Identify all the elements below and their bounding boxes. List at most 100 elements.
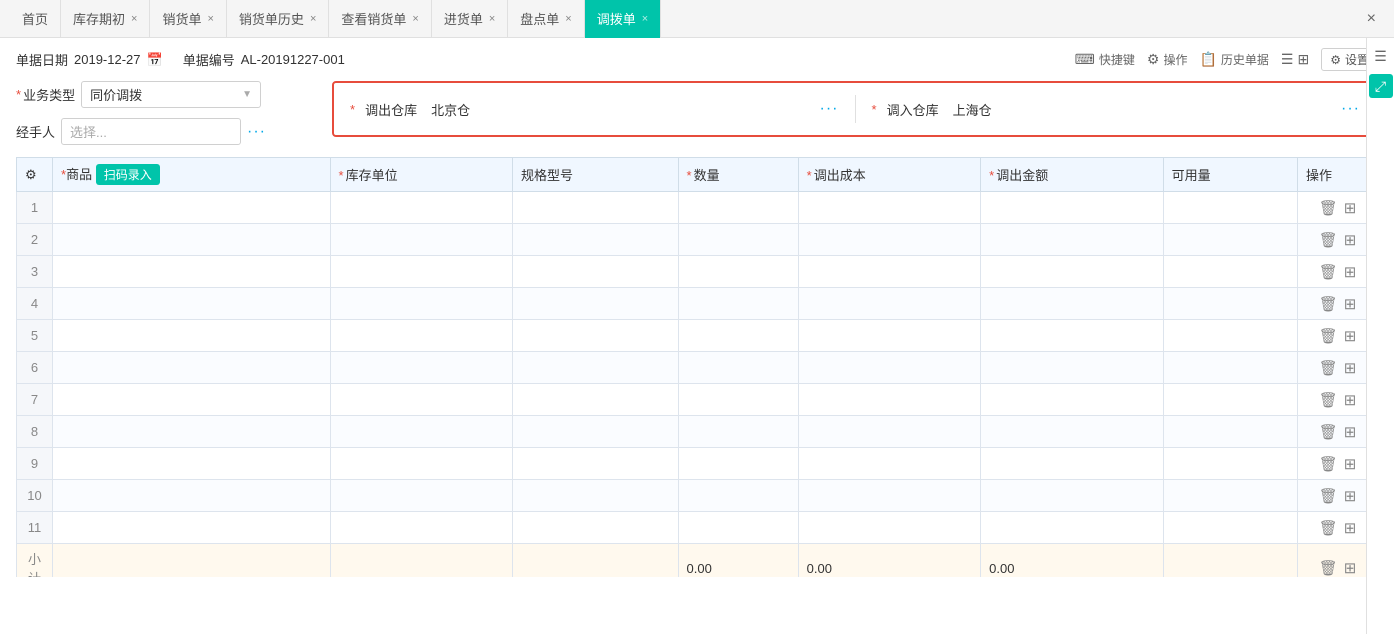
cell-unit[interactable] <box>330 320 512 352</box>
delete-icon[interactable]: 🗑 <box>1319 199 1338 217</box>
cell-qty[interactable] <box>678 384 798 416</box>
copy-icon[interactable]: ⊞ <box>1344 391 1357 409</box>
cell-cost[interactable] <box>798 288 980 320</box>
cell-product[interactable] <box>53 256 331 288</box>
cell-amount[interactable] <box>981 192 1163 224</box>
cell-available[interactable] <box>1163 192 1297 224</box>
cell-qty[interactable] <box>678 512 798 544</box>
cell-qty[interactable] <box>678 416 798 448</box>
delete-icon[interactable]: 🗑 <box>1319 359 1338 377</box>
copy-icon[interactable]: ⊞ <box>1344 487 1357 505</box>
cell-available[interactable] <box>1163 288 1297 320</box>
business-type-dropdown[interactable]: 同价调拨 ▼ <box>81 81 261 108</box>
scan-btn[interactable]: 扫码录入 <box>96 164 160 185</box>
cell-spec[interactable] <box>513 192 679 224</box>
cell-available[interactable] <box>1163 224 1297 256</box>
sidebar-doc-list-icon[interactable]: ☰ <box>1369 44 1393 68</box>
tab-view-sales[interactable]: 查看销货单 × <box>329 0 431 38</box>
shortcut-tool[interactable]: ⌨ 快捷键 <box>1075 51 1135 68</box>
cell-amount[interactable] <box>981 448 1163 480</box>
handler-more-button[interactable]: ··· <box>247 123 266 141</box>
history-doc-tool[interactable]: 📋 历史单据 <box>1199 51 1268 68</box>
global-close-button[interactable]: × <box>1359 10 1384 28</box>
cell-unit[interactable] <box>330 480 512 512</box>
cell-product[interactable] <box>53 384 331 416</box>
handler-dropdown[interactable]: 选择... <box>61 118 241 145</box>
cell-amount[interactable] <box>981 224 1163 256</box>
cell-unit[interactable] <box>330 416 512 448</box>
cell-cost[interactable] <box>798 480 980 512</box>
delete-icon[interactable]: 🗑 <box>1319 263 1338 281</box>
cell-available[interactable] <box>1163 480 1297 512</box>
cell-cost[interactable] <box>798 224 980 256</box>
cell-unit[interactable] <box>330 192 512 224</box>
delete-icon[interactable]: 🗑 <box>1319 231 1338 249</box>
tab-transfer-close[interactable]: × <box>642 13 648 25</box>
cell-unit[interactable] <box>330 448 512 480</box>
copy-icon[interactable]: ⊞ <box>1344 359 1357 377</box>
subtotal-delete-icon[interactable]: 🗑 <box>1319 559 1338 577</box>
delete-icon[interactable]: 🗑 <box>1319 391 1338 409</box>
sidebar-expand-icon[interactable]: ⤢ <box>1369 74 1393 98</box>
cell-spec[interactable] <box>513 480 679 512</box>
layout-list-icon[interactable]: ☰ <box>1281 51 1294 68</box>
cell-spec[interactable] <box>513 416 679 448</box>
cell-product[interactable] <box>53 448 331 480</box>
cell-unit[interactable] <box>330 256 512 288</box>
cell-unit[interactable] <box>330 384 512 416</box>
cell-spec[interactable] <box>513 384 679 416</box>
subtotal-copy-icon[interactable]: ⊞ <box>1344 559 1357 577</box>
tab-inventory-init[interactable]: 库存期初 × <box>61 0 150 38</box>
th-settings[interactable]: ⚙ <box>17 158 53 192</box>
cell-available[interactable] <box>1163 448 1297 480</box>
tab-sales-history[interactable]: 销货单历史 × <box>227 0 329 38</box>
cell-product[interactable] <box>53 352 331 384</box>
delete-icon[interactable]: 🗑 <box>1319 327 1338 345</box>
cell-cost[interactable] <box>798 192 980 224</box>
cell-product[interactable] <box>53 480 331 512</box>
cell-cost[interactable] <box>798 416 980 448</box>
cell-amount[interactable] <box>981 320 1163 352</box>
delete-icon[interactable]: 🗑 <box>1319 519 1338 537</box>
cell-qty[interactable] <box>678 288 798 320</box>
cell-spec[interactable] <box>513 320 679 352</box>
cell-available[interactable] <box>1163 416 1297 448</box>
calendar-icon[interactable]: 📅 <box>147 52 163 68</box>
cell-product[interactable] <box>53 192 331 224</box>
transfer-in-more-button[interactable]: ··· <box>1341 100 1360 118</box>
tab-sales-order-close[interactable]: × <box>207 13 213 25</box>
cell-unit[interactable] <box>330 512 512 544</box>
cell-qty[interactable] <box>678 256 798 288</box>
cell-amount[interactable] <box>981 512 1163 544</box>
cell-amount[interactable] <box>981 416 1163 448</box>
cell-cost[interactable] <box>798 352 980 384</box>
cell-available[interactable] <box>1163 352 1297 384</box>
cell-available[interactable] <box>1163 512 1297 544</box>
cell-qty[interactable] <box>678 224 798 256</box>
tab-inventory-init-close[interactable]: × <box>131 13 137 25</box>
cell-spec[interactable] <box>513 288 679 320</box>
tab-sales-history-close[interactable]: × <box>310 13 316 25</box>
cell-amount[interactable] <box>981 256 1163 288</box>
cell-unit[interactable] <box>330 224 512 256</box>
tab-home[interactable]: 首页 <box>10 0 61 38</box>
cell-product[interactable] <box>53 288 331 320</box>
cell-cost[interactable] <box>798 448 980 480</box>
cell-available[interactable] <box>1163 256 1297 288</box>
cell-amount[interactable] <box>981 480 1163 512</box>
cell-unit[interactable] <box>330 288 512 320</box>
tab-inventory-check-close[interactable]: × <box>565 13 571 25</box>
cell-product[interactable] <box>53 512 331 544</box>
cell-cost[interactable] <box>798 384 980 416</box>
cell-spec[interactable] <box>513 352 679 384</box>
cell-cost[interactable] <box>798 256 980 288</box>
cell-qty[interactable] <box>678 352 798 384</box>
cell-spec[interactable] <box>513 512 679 544</box>
operation-tool[interactable]: ⚙ 操作 <box>1147 51 1188 68</box>
delete-icon[interactable]: 🗑 <box>1319 487 1338 505</box>
delete-icon[interactable]: 🗑 <box>1319 455 1338 473</box>
tab-sales-order[interactable]: 销货单 × <box>150 0 226 38</box>
cell-product[interactable] <box>53 416 331 448</box>
copy-icon[interactable]: ⊞ <box>1344 295 1357 313</box>
tab-view-sales-close[interactable]: × <box>412 13 418 25</box>
